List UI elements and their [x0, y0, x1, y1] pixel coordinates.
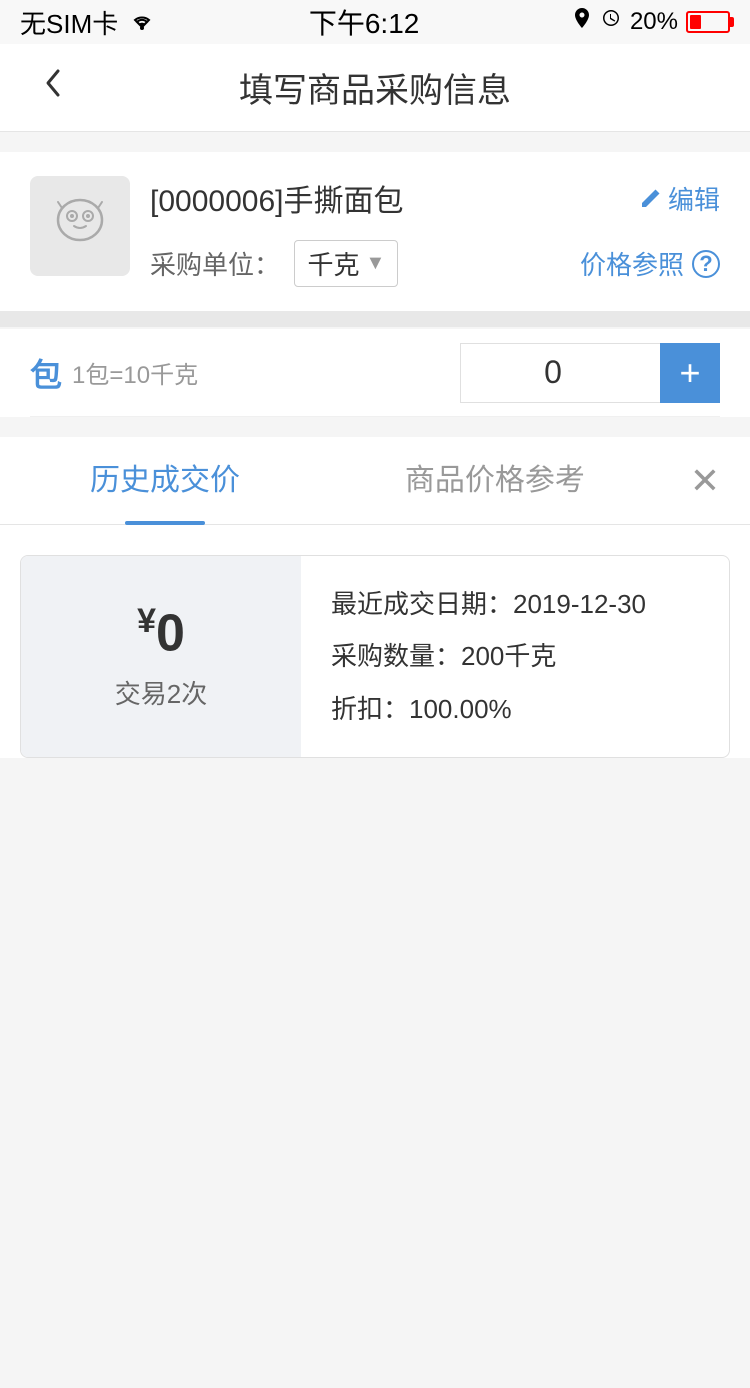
product-section: [0000006]手撕面包 编辑 采购单位： 千克 ▼ 价格	[0, 152, 750, 311]
status-left: 无SIM卡	[20, 4, 156, 41]
price-symbol: ¥	[137, 602, 156, 640]
trade-price: ¥0	[137, 602, 185, 663]
nav-bar: 填写商品采购信息	[0, 44, 750, 132]
tab-active-indicator	[125, 521, 205, 525]
status-right: 20%	[572, 8, 730, 37]
product-image-placeholder	[50, 190, 110, 262]
plus-icon: +	[679, 352, 700, 394]
discount-row: 折扣：100.00%	[331, 691, 699, 727]
back-button[interactable]	[30, 53, 74, 122]
main-content-area	[0, 788, 750, 1388]
recent-date-label: 最近成交日期：	[331, 589, 513, 619]
unit-value: 千克	[307, 245, 359, 282]
edit-label: 编辑	[668, 180, 720, 217]
section-separator	[0, 311, 750, 327]
quantity-label-block: 包 1包=10千克	[30, 350, 198, 396]
package-unit-label: 包	[30, 350, 62, 396]
product-header: [0000006]手撕面包 编辑 采购单位： 千克 ▼ 价格	[30, 176, 720, 287]
tab-history-label: 历史成交价	[90, 464, 240, 497]
price-ref-label: 价格参照	[580, 245, 684, 282]
close-icon: ✕	[690, 460, 720, 502]
unit-label: 采购单位：	[150, 250, 280, 280]
wifi-icon	[128, 7, 156, 38]
unit-selector: 采购单位： 千克 ▼	[150, 240, 398, 287]
trade-card-left: ¥0 交易2次	[21, 556, 301, 757]
quantity-section: 包 1包=10千克 +	[0, 329, 750, 417]
trade-count: 交易2次	[115, 674, 207, 711]
status-bar: 无SIM卡 下午6:12 20%	[0, 0, 750, 44]
price-reference-button[interactable]: 价格参照 ?	[580, 245, 720, 282]
product-thumbnail	[30, 176, 130, 276]
carrier-label: 无SIM卡	[20, 4, 118, 41]
product-top-row: [0000006]手撕面包 编辑	[150, 176, 720, 220]
edit-button[interactable]: 编辑	[640, 180, 720, 217]
recent-date-value: 2019-12-30	[513, 589, 646, 619]
package-conversion: 1包=10千克	[72, 355, 198, 390]
dropdown-arrow: ▼	[365, 252, 385, 275]
alarm-icon	[600, 8, 622, 37]
battery-percent: 20%	[630, 8, 678, 36]
tab-history-price[interactable]: 历史成交价	[0, 437, 330, 525]
location-icon	[572, 8, 592, 37]
tabs-header: 历史成交价 商品价格参考 ✕	[0, 437, 750, 525]
recent-date-row: 最近成交日期：2019-12-30	[331, 586, 699, 622]
price-ref-icon: ?	[692, 250, 720, 278]
product-unit-row: 采购单位： 千克 ▼ 价格参照 ?	[150, 240, 720, 287]
quantity-input[interactable]	[460, 343, 660, 403]
tab-product-price-reference[interactable]: 商品价格参考	[330, 437, 660, 525]
battery-icon	[686, 11, 730, 33]
unit-dropdown[interactable]: 千克 ▼	[294, 240, 398, 287]
tab-close-button[interactable]: ✕	[660, 437, 750, 525]
quantity-input-block: +	[460, 343, 720, 403]
status-time: 下午6:12	[309, 2, 420, 42]
quantity-plus-button[interactable]: +	[660, 343, 720, 403]
product-name: [0000006]手撕面包	[150, 176, 403, 220]
quantity-row: 包 1包=10千克 +	[30, 329, 720, 417]
tab-reference-label: 商品价格参考	[405, 464, 585, 497]
purchase-qty-value: 200千克	[461, 641, 556, 671]
product-info: [0000006]手撕面包 编辑 采购单位： 千克 ▼ 价格	[150, 176, 720, 287]
trade-card: ¥0 交易2次 最近成交日期：2019-12-30 采购数量：200千克 折扣：…	[20, 555, 730, 758]
page-title: 填写商品采购信息	[239, 63, 511, 112]
price-value: 0	[156, 605, 185, 663]
discount-label: 折扣：	[331, 694, 409, 724]
purchase-qty-label: 采购数量：	[331, 641, 461, 671]
tabs-section: 历史成交价 商品价格参考 ✕ ¥0 交易2次 最近成交日期：2019-12-30…	[0, 437, 750, 758]
trade-card-right: 最近成交日期：2019-12-30 采购数量：200千克 折扣：100.00%	[301, 556, 729, 757]
purchase-qty-row: 采购数量：200千克	[331, 638, 699, 674]
discount-value: 100.00%	[409, 694, 512, 724]
